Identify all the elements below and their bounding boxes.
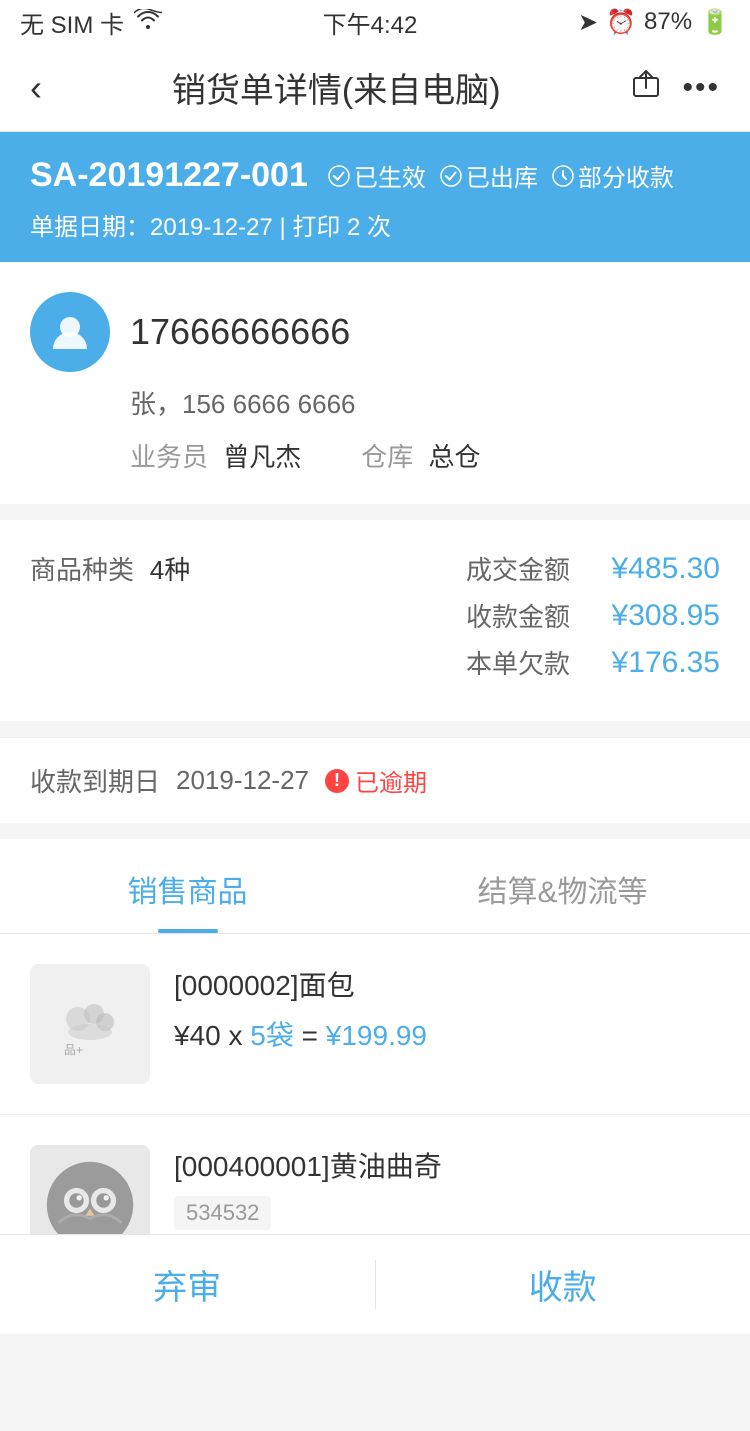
summary-section: 商品种类 4种 成交金额 ¥485.30 收款金额 ¥308.95 本单欠款 ¥…: [0, 520, 750, 721]
salesperson-field: 业务员 曾凡杰: [130, 437, 301, 474]
overdue-badge: ! 已逾期: [325, 763, 427, 798]
status-effective: 已生效: [328, 158, 426, 193]
customer-meta: 业务员 曾凡杰 仓库 总仓: [30, 437, 720, 474]
warehouse-field: 仓库 总仓: [361, 437, 480, 474]
product-thumb-bread: 品+: [30, 964, 150, 1084]
collect-payment-button[interactable]: 收款: [376, 1260, 750, 1309]
product-info-bread: [0000002]面包 ¥40 x 5袋 = ¥199.99: [174, 964, 720, 1054]
due-label: 收款到期日: [30, 762, 160, 799]
svg-text:品+: 品+: [64, 1043, 83, 1057]
debt-amount-row: 本单欠款 ¥176.35: [466, 644, 720, 681]
overdue-icon: !: [325, 769, 349, 793]
due-section: 收款到期日 2019-12-27 ! 已逾期: [0, 737, 750, 823]
cancel-review-button[interactable]: 弃审: [0, 1260, 376, 1309]
product-item: 品+ [0000002]面包 ¥40 x 5袋 = ¥199.99: [0, 934, 750, 1115]
battery-icon: 🔋: [700, 8, 730, 37]
order-header: SA-20191227-001 已生效 已出库: [0, 132, 750, 262]
battery-text: 87%: [644, 8, 692, 36]
tab-settlement[interactable]: 结算&物流等: [375, 839, 750, 933]
avatar: [30, 292, 110, 372]
status-tags: 已生效 已出库 部分收款: [328, 158, 674, 193]
summary-row: 商品种类 4种 成交金额 ¥485.30 收款金额 ¥308.95 本单欠款 ¥…: [30, 550, 720, 691]
order-id-row: SA-20191227-001 已生效 已出库: [30, 156, 720, 195]
overdue-text: 已逾期: [355, 763, 427, 798]
time-text: 下午4:42: [323, 5, 418, 40]
tabs-row: 销售商品 结算&物流等: [0, 839, 750, 934]
product-sku-cookie: 534532: [174, 1196, 271, 1230]
status-right: ➤ ⏰ 87% 🔋: [578, 8, 730, 37]
status-shipped: 已出库: [440, 158, 538, 193]
customer-id: 17666666666: [130, 311, 350, 353]
wifi-icon: [134, 8, 162, 36]
due-date: 2019-12-27: [176, 765, 309, 796]
tab-sales-products[interactable]: 销售商品: [0, 839, 375, 933]
amounts-block: 成交金额 ¥485.30 收款金额 ¥308.95 本单欠款 ¥176.35: [466, 550, 720, 691]
product-price-bread: ¥40 x 5袋 = ¥199.99: [174, 1014, 720, 1054]
status-left: 无 SIM 卡: [20, 5, 162, 40]
bottom-bar: 弃审 收款: [0, 1234, 750, 1334]
deal-amount-row: 成交金额 ¥485.30: [466, 550, 720, 587]
carrier-text: 无 SIM 卡: [20, 5, 124, 40]
share-icon[interactable]: [630, 68, 662, 108]
more-icon[interactable]: •••: [682, 71, 720, 105]
divider-1: [0, 504, 750, 520]
nav-bar: ‹ 销货单详情(来自电脑) •••: [0, 44, 750, 132]
received-amount-row: 收款金额 ¥308.95: [466, 597, 720, 634]
order-meta: 单据日期：2019-12-27 | 打印 2 次: [30, 207, 720, 242]
product-type-field: 商品种类 4种: [30, 550, 190, 587]
customer-contact: 张，156 6666 6666: [30, 384, 720, 421]
nav-icons: •••: [630, 68, 720, 108]
alarm-icon: ⏰: [606, 8, 636, 37]
product-name-bread: [0000002]面包: [174, 964, 720, 1004]
page-title: 销货单详情(来自电脑): [172, 63, 501, 112]
back-button[interactable]: ‹: [30, 67, 42, 109]
location-icon: ➤: [578, 8, 598, 37]
product-name-cookie: [000400001]黄油曲奇: [174, 1145, 720, 1185]
customer-row: 17666666666: [30, 292, 720, 372]
status-bar: 无 SIM 卡 下午4:42 ➤ ⏰ 87% 🔋: [0, 0, 750, 44]
order-id: SA-20191227-001: [30, 156, 308, 195]
status-partial: 部分收款: [552, 158, 674, 193]
customer-section: 17666666666 张，156 6666 6666 业务员 曾凡杰 仓库 总…: [0, 262, 750, 504]
